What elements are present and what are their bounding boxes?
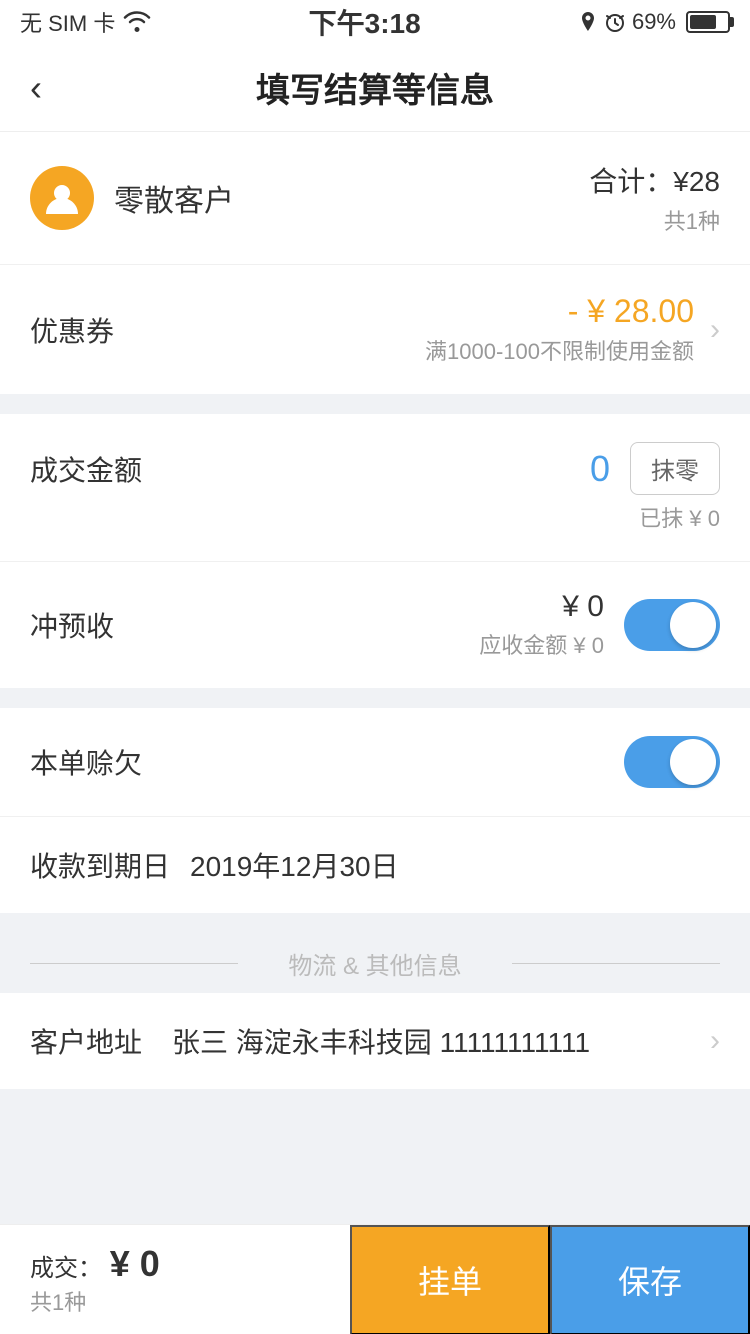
address-chevron-icon: › xyxy=(710,1024,720,1058)
status-left: 无 SIM 卡 xyxy=(20,6,151,38)
status-time: 下午3:18 xyxy=(309,2,421,42)
save-button[interactable]: 保存 xyxy=(550,1225,750,1334)
wifi-icon xyxy=(123,11,151,33)
nav-bar: ‹ 填写结算等信息 xyxy=(0,44,750,132)
address-row[interactable]: 客户地址 张三 海淀永丰科技园 11111111111 › xyxy=(0,993,750,1089)
debt-toggle-knob xyxy=(670,739,716,785)
coupon-label: 优惠券 xyxy=(30,310,114,350)
prereceive-row: 冲预收 ¥ 0 应收金额 ¥ 0 xyxy=(0,562,750,688)
customer-row: 零散客户 合计：¥28 共1种 xyxy=(0,132,750,264)
bottom-deal-amount: ¥ 0 xyxy=(110,1243,160,1284)
transaction-label: 成交金额 xyxy=(30,449,142,489)
battery-icon xyxy=(686,11,730,33)
coupon-chevron-icon: › xyxy=(710,313,720,347)
status-right: 69% xyxy=(578,9,730,35)
page-title: 填写结算等信息 xyxy=(256,63,494,112)
transaction-sub: 已抹 ¥ 0 xyxy=(30,501,720,533)
prereceive-amount: ¥ 0 xyxy=(479,590,604,624)
logistics-divider: 物流 & 其他信息 xyxy=(0,933,750,993)
logistics-line-left xyxy=(30,963,238,964)
debt-row: 本单赊欠 xyxy=(0,708,750,816)
bottom-left: 成交： ¥ 0 共1种 xyxy=(0,1243,350,1317)
coupon-value-block: - ¥ 28.00 满1000-100不限制使用金额 xyxy=(425,293,694,366)
address-value: 张三 海淀永丰科技园 11111111111 xyxy=(172,1021,710,1061)
bottom-bar: 成交： ¥ 0 共1种 挂单 保存 xyxy=(0,1224,750,1334)
status-bar: 无 SIM 卡 下午3:18 69% xyxy=(0,0,750,44)
toggle-knob xyxy=(670,602,716,648)
back-button[interactable]: ‹ xyxy=(30,67,42,109)
alarm-icon xyxy=(604,11,626,33)
customer-avatar xyxy=(30,166,94,230)
total-count: 共1种 xyxy=(589,204,720,236)
coupon-row[interactable]: 优惠券 - ¥ 28.00 满1000-100不限制使用金额 › xyxy=(0,264,750,394)
debt-label: 本单赊欠 xyxy=(30,742,142,782)
coupon-right: - ¥ 28.00 满1000-100不限制使用金额 › xyxy=(425,293,720,366)
due-date-label: 收款到期日 xyxy=(30,845,170,885)
customer-name: 零散客户 xyxy=(114,176,234,220)
transaction-value[interactable]: 0 xyxy=(590,448,610,490)
total-amount: 合计：¥28 xyxy=(589,160,720,200)
customer-section: 零散客户 合计：¥28 共1种 优惠券 - ¥ 28.00 满1000-100不… xyxy=(0,132,750,394)
debt-toggle[interactable] xyxy=(624,736,720,788)
transaction-row: 成交金额 0 抹零 已抹 ¥ 0 xyxy=(0,414,750,562)
pending-button[interactable]: 挂单 xyxy=(350,1225,550,1334)
sim-signal: 无 SIM 卡 xyxy=(20,6,115,38)
bottom-deal-count: 共1种 xyxy=(30,1285,320,1317)
debt-section: 本单赊欠 收款到期日 2019年12月30日 xyxy=(0,708,750,913)
round-button[interactable]: 抹零 xyxy=(630,442,720,495)
transaction-right: 0 抹零 xyxy=(590,442,720,495)
address-label: 客户地址 xyxy=(30,1021,142,1061)
logistics-line-right xyxy=(512,963,720,964)
prereceive-top: 冲预收 ¥ 0 应收金额 ¥ 0 xyxy=(30,590,720,660)
prereceive-sub: 应收金额 ¥ 0 xyxy=(479,628,604,660)
due-date-value: 2019年12月30日 xyxy=(190,845,399,885)
logistics-text: 物流 & 其他信息 xyxy=(288,946,461,981)
avatar-icon xyxy=(42,178,82,218)
location-icon xyxy=(578,11,598,33)
transaction-section: 成交金额 0 抹零 已抹 ¥ 0 冲预收 ¥ 0 应收金额 ¥ 0 xyxy=(0,414,750,688)
bottom-deal-label: 成交： xyxy=(30,1255,102,1282)
transaction-top: 成交金额 0 抹零 xyxy=(30,442,720,495)
discount-amount: - ¥ 28.00 xyxy=(425,293,694,330)
customer-right: 合计：¥28 共1种 xyxy=(589,160,720,236)
prereceive-label: 冲预收 xyxy=(30,605,114,645)
discount-desc: 满1000-100不限制使用金额 xyxy=(425,334,694,366)
bottom-deal-row: 成交： ¥ 0 xyxy=(30,1243,320,1285)
prereceive-right: ¥ 0 应收金额 ¥ 0 xyxy=(479,590,720,660)
battery-percentage: 69% xyxy=(632,9,676,35)
content: 零散客户 合计：¥28 共1种 优惠券 - ¥ 28.00 满1000-100不… xyxy=(0,132,750,1229)
customer-left: 零散客户 xyxy=(30,166,234,230)
due-date-row: 收款到期日 2019年12月30日 xyxy=(0,816,750,913)
prereceive-toggle[interactable] xyxy=(624,599,720,651)
address-section: 客户地址 张三 海淀永丰科技园 11111111111 › xyxy=(0,993,750,1089)
prereceive-val-block: ¥ 0 应收金额 ¥ 0 xyxy=(479,590,604,660)
